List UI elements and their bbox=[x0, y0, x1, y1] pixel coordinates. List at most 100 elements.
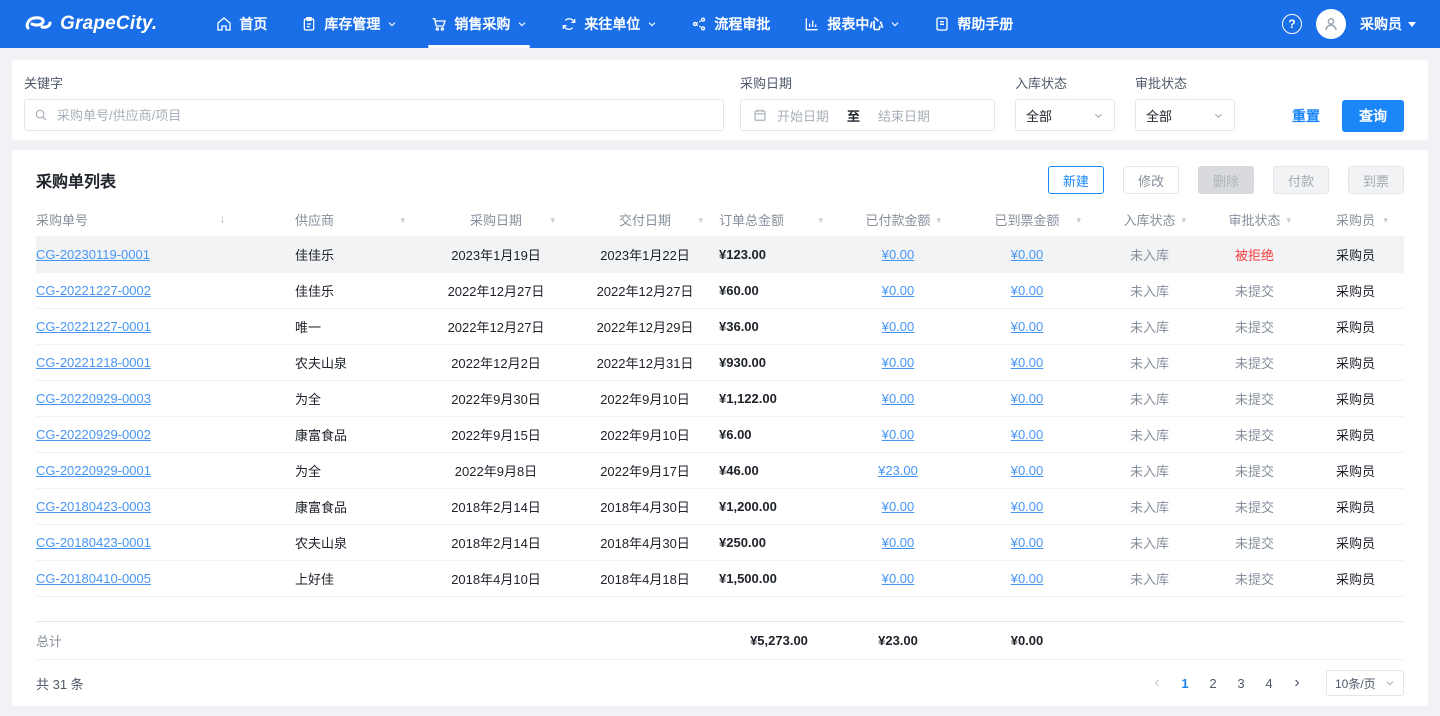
paid-amount-link[interactable]: ¥0.00 bbox=[882, 283, 915, 298]
purchase-date-text: 2023年1月19日 bbox=[451, 247, 541, 263]
purchase-date-text: 2018年2月14日 bbox=[451, 499, 541, 515]
approval-status-text: 未提交 bbox=[1234, 499, 1274, 515]
column-header-label: 供应商 bbox=[295, 213, 335, 229]
column-header-label: 交付日期 bbox=[618, 213, 671, 229]
filter-caret-icon[interactable]: ▾ bbox=[1286, 215, 1291, 226]
nav-item-sales-purchase[interactable]: 销售采购 bbox=[414, 0, 544, 48]
grapecity-logo[interactable]: GrapeCity. bbox=[24, 13, 157, 35]
table-row[interactable]: CG-20220929-0001 为全 2022年9月8日 2022年9月17日… bbox=[36, 452, 1404, 488]
paid-amount-link[interactable]: ¥0.00 bbox=[882, 571, 915, 586]
paid-amount-link[interactable]: ¥0.00 bbox=[882, 499, 915, 514]
order-total-text: ¥36.00 bbox=[719, 318, 759, 334]
book-icon bbox=[934, 16, 950, 32]
user-role-label: 采购员 bbox=[1360, 16, 1402, 32]
table-row[interactable]: CG-20230119-0001 佳佳乐 2023年1月19日 2023年1月2… bbox=[36, 236, 1404, 272]
invoiced-amount-link[interactable]: ¥0.00 bbox=[1011, 283, 1044, 298]
nav-item-partners[interactable]: 来往单位 bbox=[544, 0, 674, 48]
purchase-date-range-picker[interactable]: 开始日期 至 结束日期 bbox=[740, 99, 995, 131]
invoiced-amount-link[interactable]: ¥0.00 bbox=[1011, 463, 1044, 478]
filter-caret-icon[interactable]: ▾ bbox=[550, 215, 555, 226]
paid-amount-link[interactable]: ¥0.00 bbox=[882, 247, 915, 262]
avatar[interactable] bbox=[1316, 9, 1346, 39]
po-number-link[interactable]: CG-20220929-0002 bbox=[36, 427, 151, 442]
po-number-link[interactable]: CG-20230119-0001 bbox=[36, 247, 150, 262]
payment-button[interactable]: 付款 bbox=[1272, 166, 1329, 194]
sort-icon[interactable]: ↓ bbox=[220, 213, 226, 225]
table-row[interactable]: CG-20180423-0001 农夫山泉 2018年2月14日 2018年4月… bbox=[36, 524, 1404, 560]
invoiced-amount-link[interactable]: ¥0.00 bbox=[1011, 247, 1044, 262]
po-number-link[interactable]: CG-20220929-0003 bbox=[36, 391, 151, 406]
filter-caret-icon[interactable]: ▾ bbox=[1181, 215, 1186, 226]
po-number-link[interactable]: CG-20221227-0002 bbox=[36, 283, 151, 298]
totals-row: 总计 ¥5,273.00 ¥23.00 ¥0.00 bbox=[36, 621, 1404, 660]
po-number-link[interactable]: CG-20221227-0001 bbox=[36, 319, 151, 334]
invoiced-amount-link[interactable]: ¥0.00 bbox=[1011, 499, 1044, 514]
receipt-button[interactable]: 到票 bbox=[1347, 166, 1404, 194]
delivery-date-text: 2022年12月27日 bbox=[596, 283, 694, 299]
end-date-placeholder[interactable]: 结束日期 bbox=[878, 106, 930, 125]
help-icon[interactable]: ? bbox=[1282, 14, 1302, 34]
paid-amount-link[interactable]: ¥23.00 bbox=[878, 463, 918, 478]
delivery-date-text: 2018年4月30日 bbox=[600, 535, 690, 551]
table-row[interactable]: CG-20180423-0003 康富食品 2018年2月14日 2018年4月… bbox=[36, 488, 1404, 524]
nav-item-approval[interactable]: 流程审批 bbox=[674, 0, 787, 48]
page-size-select[interactable]: 10条/页 bbox=[1326, 670, 1404, 696]
table-row[interactable]: CG-20220929-0002 康富食品 2022年9月15日 2022年9月… bbox=[36, 416, 1404, 452]
pagination: ‹ 1 2 3 4 › bbox=[1146, 671, 1308, 695]
supplier-text: 农夫山泉 bbox=[295, 355, 348, 371]
nav-item-help-manual[interactable]: 帮助手册 bbox=[917, 0, 1030, 48]
table-row[interactable]: CG-20221227-0001 唯一 2022年12月27日 2022年12月… bbox=[36, 308, 1404, 344]
paid-amount-link[interactable]: ¥0.00 bbox=[882, 427, 915, 442]
page-button-4[interactable]: 4 bbox=[1258, 671, 1280, 695]
nav-item-report-center[interactable]: 报表中心 bbox=[787, 0, 917, 48]
paid-amount-link[interactable]: ¥0.00 bbox=[882, 319, 915, 334]
table-row[interactable]: CG-20221227-0002 佳佳乐 2022年12月27日 2022年12… bbox=[36, 272, 1404, 308]
paid-amount-link[interactable]: ¥0.00 bbox=[882, 355, 915, 370]
next-page-icon[interactable]: › bbox=[1286, 671, 1308, 695]
order-total-text: ¥6.00 bbox=[719, 426, 752, 442]
po-number-link[interactable]: CG-20220929-0001 bbox=[36, 463, 151, 478]
approval-status-select[interactable]: 全部 bbox=[1135, 99, 1235, 131]
nav-item-home[interactable]: 首页 bbox=[199, 0, 284, 48]
prev-page-icon[interactable]: ‹ bbox=[1146, 671, 1168, 695]
page-button-3[interactable]: 3 bbox=[1230, 671, 1252, 695]
table-row[interactable]: CG-20180410-0005 上好佳 2018年4月10日 2018年4月1… bbox=[36, 560, 1404, 596]
filter-caret-icon[interactable]: ▾ bbox=[818, 215, 823, 226]
invoiced-amount-link[interactable]: ¥0.00 bbox=[1011, 571, 1044, 586]
table-row[interactable]: CG-20220929-0003 为全 2022年9月30日 2022年9月10… bbox=[36, 380, 1404, 416]
nav-item-inventory[interactable]: 库存管理 bbox=[284, 0, 414, 48]
nav-item-label: 帮助手册 bbox=[957, 16, 1014, 32]
filter-caret-icon[interactable]: ▾ bbox=[400, 215, 405, 226]
search-button[interactable]: 查询 bbox=[1342, 100, 1404, 132]
page-button-1[interactable]: 1 bbox=[1174, 671, 1196, 695]
new-button[interactable]: 新建 bbox=[1047, 166, 1104, 194]
invoiced-amount-link[interactable]: ¥0.00 bbox=[1011, 535, 1044, 550]
filter-caret-icon[interactable]: ▾ bbox=[1383, 215, 1388, 226]
filter-caret-icon[interactable]: ▾ bbox=[698, 215, 703, 226]
invoiced-amount-link[interactable]: ¥0.00 bbox=[1011, 391, 1044, 406]
invoiced-amount-link[interactable]: ¥0.00 bbox=[1011, 319, 1044, 334]
po-number-link[interactable]: CG-20180423-0003 bbox=[36, 499, 151, 514]
reset-button[interactable]: 重置 bbox=[1292, 106, 1320, 126]
paid-amount-link[interactable]: ¥0.00 bbox=[882, 391, 915, 406]
page-button-2[interactable]: 2 bbox=[1202, 671, 1224, 695]
keyword-input[interactable] bbox=[24, 99, 724, 131]
start-date-placeholder[interactable]: 开始日期 bbox=[777, 106, 829, 125]
chevron-down-icon bbox=[1408, 21, 1416, 27]
table-row[interactable]: CG-20221218-0001 农夫山泉 2022年12月2日 2022年12… bbox=[36, 344, 1404, 380]
po-number-link[interactable]: CG-20180423-0001 bbox=[36, 535, 151, 550]
paid-amount-link[interactable]: ¥0.00 bbox=[882, 535, 915, 550]
user-menu[interactable]: 采购员 bbox=[1360, 14, 1416, 34]
modify-button[interactable]: 修改 bbox=[1122, 166, 1179, 194]
purchase-date-filter-label: 采购日期 bbox=[740, 76, 793, 91]
filter-caret-icon[interactable]: ▾ bbox=[1076, 215, 1081, 226]
invoiced-amount-link[interactable]: ¥0.00 bbox=[1011, 355, 1044, 370]
order-total-text: ¥250.00 bbox=[719, 534, 766, 550]
po-number-link[interactable]: CG-20180410-0005 bbox=[36, 571, 151, 586]
po-number-link[interactable]: CG-20221218-0001 bbox=[36, 355, 151, 370]
warehouse-status-select[interactable]: 全部 bbox=[1015, 99, 1115, 131]
order-total-text: ¥930.00 bbox=[719, 354, 766, 370]
invoiced-amount-link[interactable]: ¥0.00 bbox=[1011, 427, 1044, 442]
filter-caret-icon[interactable]: ▾ bbox=[936, 215, 941, 226]
approval-status-text: 未提交 bbox=[1234, 283, 1274, 299]
